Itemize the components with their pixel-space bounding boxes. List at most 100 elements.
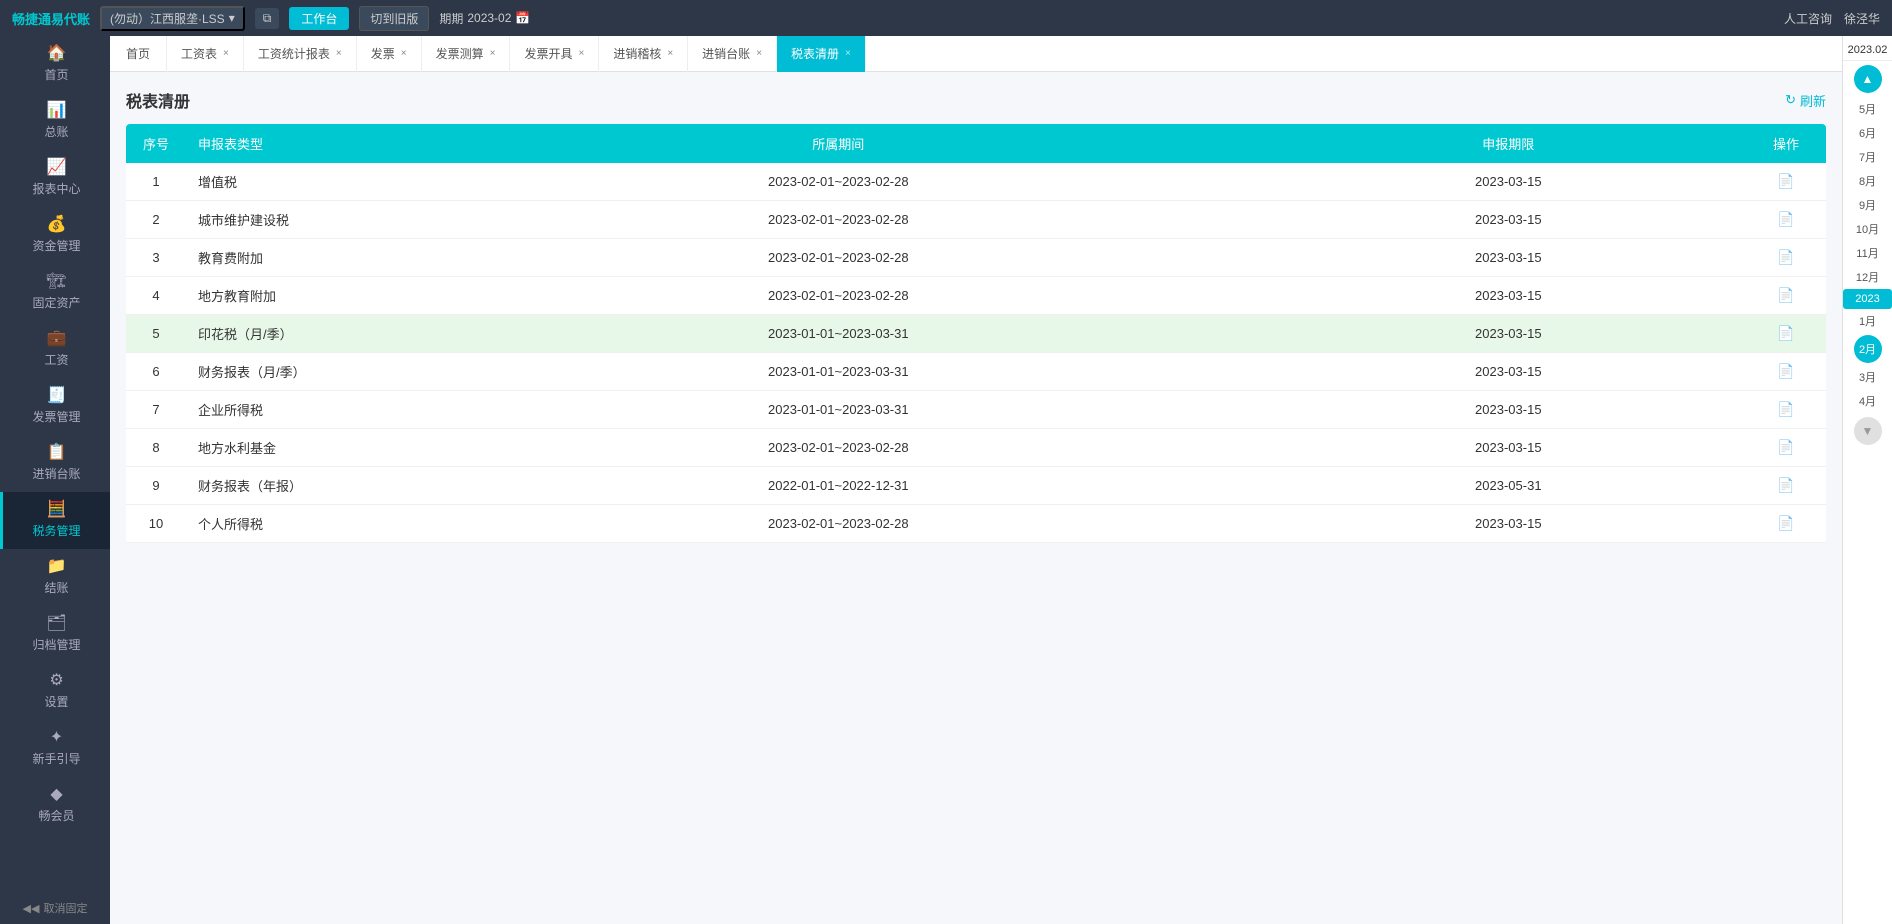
company-selector[interactable]: (勿动）江西服垄·LSS ▾: [100, 6, 245, 31]
rp-month-3[interactable]: 3月: [1843, 365, 1892, 389]
cell-deadline: 2023-03-15: [1271, 163, 1746, 201]
action-view-icon[interactable]: 📄: [1777, 515, 1794, 531]
rp-month-8[interactable]: 8月: [1843, 169, 1892, 193]
pin-toggle[interactable]: ◀◀ 取消固定: [0, 892, 110, 924]
rp-month-5[interactable]: 5月: [1843, 97, 1892, 121]
fund-icon: 💰: [47, 217, 67, 233]
sidebar-item-home[interactable]: 🏠 首页: [0, 36, 110, 93]
sidebar-item-purchase[interactable]: 📋 进销台账: [0, 435, 110, 492]
sidebar-label-home: 首页: [44, 66, 68, 83]
report-icon: 📈: [47, 160, 67, 176]
action-view-icon[interactable]: 📄: [1777, 325, 1794, 341]
col-no: 序号: [126, 124, 186, 163]
cell-period: 2023-01-01~2023-03-31: [406, 353, 1271, 391]
sidebar-item-vip[interactable]: ◆ 畅会员: [0, 777, 110, 834]
sidebar-item-tax[interactable]: 🧮 税务管理: [0, 492, 110, 549]
tab-salary-report[interactable]: 工资统计报表 ×: [244, 36, 357, 72]
ledger-icon: 📊: [47, 103, 67, 119]
tab-tax-list-close[interactable]: ×: [845, 48, 851, 59]
action-view-icon[interactable]: 📄: [1777, 439, 1794, 455]
action-view-icon[interactable]: 📄: [1777, 477, 1794, 493]
action-view-icon[interactable]: 📄: [1777, 249, 1794, 265]
copy-button[interactable]: ⧉: [255, 8, 280, 29]
rp-month-2-active[interactable]: 2月: [1854, 335, 1882, 363]
action-view-icon[interactable]: 📄: [1777, 287, 1794, 303]
rp-month-12[interactable]: 12月: [1843, 265, 1892, 289]
rp-month-7[interactable]: 7月: [1843, 145, 1892, 169]
tab-purchase-ledger[interactable]: 进销台账 ×: [688, 36, 777, 72]
refresh-button[interactable]: ↻ 刷新: [1785, 91, 1826, 110]
sidebar-item-assets[interactable]: 🏗 固定资产: [0, 264, 110, 321]
sidebar-item-settings[interactable]: ⚙ 设置: [0, 663, 110, 720]
cell-type: 企业所得税: [186, 391, 406, 429]
tab-salary-report-label: 工资统计报表: [258, 45, 330, 62]
tab-invoice-close[interactable]: ×: [401, 48, 407, 59]
action-view-icon[interactable]: 📄: [1777, 211, 1794, 227]
sidebar-item-salary[interactable]: 💼 工资: [0, 321, 110, 378]
rp-month-6[interactable]: 6月: [1843, 121, 1892, 145]
rp-up-button[interactable]: ▲: [1854, 65, 1882, 93]
archive-icon: 🗂: [46, 616, 66, 632]
pin-label: 取消固定: [43, 900, 87, 916]
tab-invoice-query-label: 发票测算: [436, 45, 484, 62]
cell-period: 2023-01-01~2023-03-31: [406, 391, 1271, 429]
user-name[interactable]: 徐泾华: [1844, 10, 1880, 27]
col-deadline: 申报期限: [1271, 124, 1746, 163]
sidebar-label-invoice: 发票管理: [32, 408, 80, 425]
tab-salary[interactable]: 工资表 ×: [167, 36, 244, 72]
sidebar-item-ledger[interactable]: 📊 总账: [0, 93, 110, 150]
switch-old-button[interactable]: 切到旧版: [359, 6, 429, 31]
sidebar-item-archive[interactable]: 🗂 归档管理: [0, 606, 110, 663]
rp-month-11[interactable]: 11月: [1843, 241, 1892, 265]
table-row: 7 企业所得税 2023-01-01~2023-03-31 2023-03-15…: [126, 391, 1826, 429]
tab-salary-close[interactable]: ×: [223, 48, 229, 59]
cell-action: 📄: [1746, 201, 1826, 239]
sidebar-item-guide[interactable]: ✦ 新手引导: [0, 720, 110, 777]
ai-consult-button[interactable]: 人工咨询: [1784, 10, 1832, 27]
tab-invoice[interactable]: 发票 ×: [357, 36, 422, 72]
sidebar-label-archive: 归档管理: [32, 636, 80, 653]
tab-salary-report-close[interactable]: ×: [336, 48, 342, 59]
tab-home[interactable]: 首页: [110, 36, 167, 72]
tab-invoice-query-close[interactable]: ×: [490, 48, 496, 59]
rp-month-4[interactable]: 4月: [1843, 389, 1892, 413]
cell-type: 印花税（月/季）: [186, 315, 406, 353]
tab-invoice-open[interactable]: 发票开具 ×: [510, 36, 599, 72]
sidebar-label-purchase: 进销台账: [32, 465, 80, 482]
action-view-icon[interactable]: 📄: [1777, 401, 1794, 417]
calendar-icon[interactable]: 📅: [515, 11, 530, 25]
rp-down-button[interactable]: ▼: [1854, 417, 1882, 445]
sidebar-item-close[interactable]: 📁 结账: [0, 549, 110, 606]
sidebar-item-fund[interactable]: 💰 资金管理: [0, 207, 110, 264]
cell-no: 6: [126, 353, 186, 391]
cell-action: 📄: [1746, 391, 1826, 429]
rp-year-2023[interactable]: 2023: [1843, 289, 1892, 309]
col-type: 申报表类型: [186, 124, 406, 163]
sidebar-item-report[interactable]: 📈 报表中心: [0, 150, 110, 207]
guide-icon: ✦: [50, 730, 63, 746]
cell-deadline: 2023-03-15: [1271, 429, 1746, 467]
sidebar-label-settings: 设置: [44, 693, 68, 710]
purchase-icon: 📋: [47, 445, 67, 461]
sidebar-label-ledger: 总账: [44, 123, 68, 140]
workbench-button[interactable]: 工作台: [289, 7, 349, 30]
cell-type: 教育费附加: [186, 239, 406, 277]
cell-period: 2023-02-01~2023-02-28: [406, 163, 1271, 201]
cell-period: 2023-02-01~2023-02-28: [406, 277, 1271, 315]
action-view-icon[interactable]: 📄: [1777, 173, 1794, 189]
sidebar-item-invoice[interactable]: 🧾 发票管理: [0, 378, 110, 435]
sidebar: 🏠 首页 📊 总账 📈 报表中心 💰 资金管理 🏗 固定资产 💼 工资 🧾 发票…: [0, 36, 110, 924]
tab-invoice-open-close[interactable]: ×: [578, 48, 584, 59]
col-period: 所属期间: [406, 124, 1271, 163]
rp-month-10[interactable]: 10月: [1843, 217, 1892, 241]
rp-month-1[interactable]: 1月: [1843, 309, 1892, 333]
action-view-icon[interactable]: 📄: [1777, 363, 1794, 379]
tab-invoice-query[interactable]: 发票测算 ×: [422, 36, 511, 72]
tab-tax-list[interactable]: 税表清册 ×: [777, 36, 866, 72]
tab-purchase-check-close[interactable]: ×: [667, 48, 673, 59]
cell-action: 📄: [1746, 239, 1826, 277]
assets-icon: 🏗: [46, 274, 66, 290]
tab-purchase-ledger-close[interactable]: ×: [756, 48, 762, 59]
rp-month-9[interactable]: 9月: [1843, 193, 1892, 217]
tab-purchase-check[interactable]: 进销稽核 ×: [599, 36, 688, 72]
